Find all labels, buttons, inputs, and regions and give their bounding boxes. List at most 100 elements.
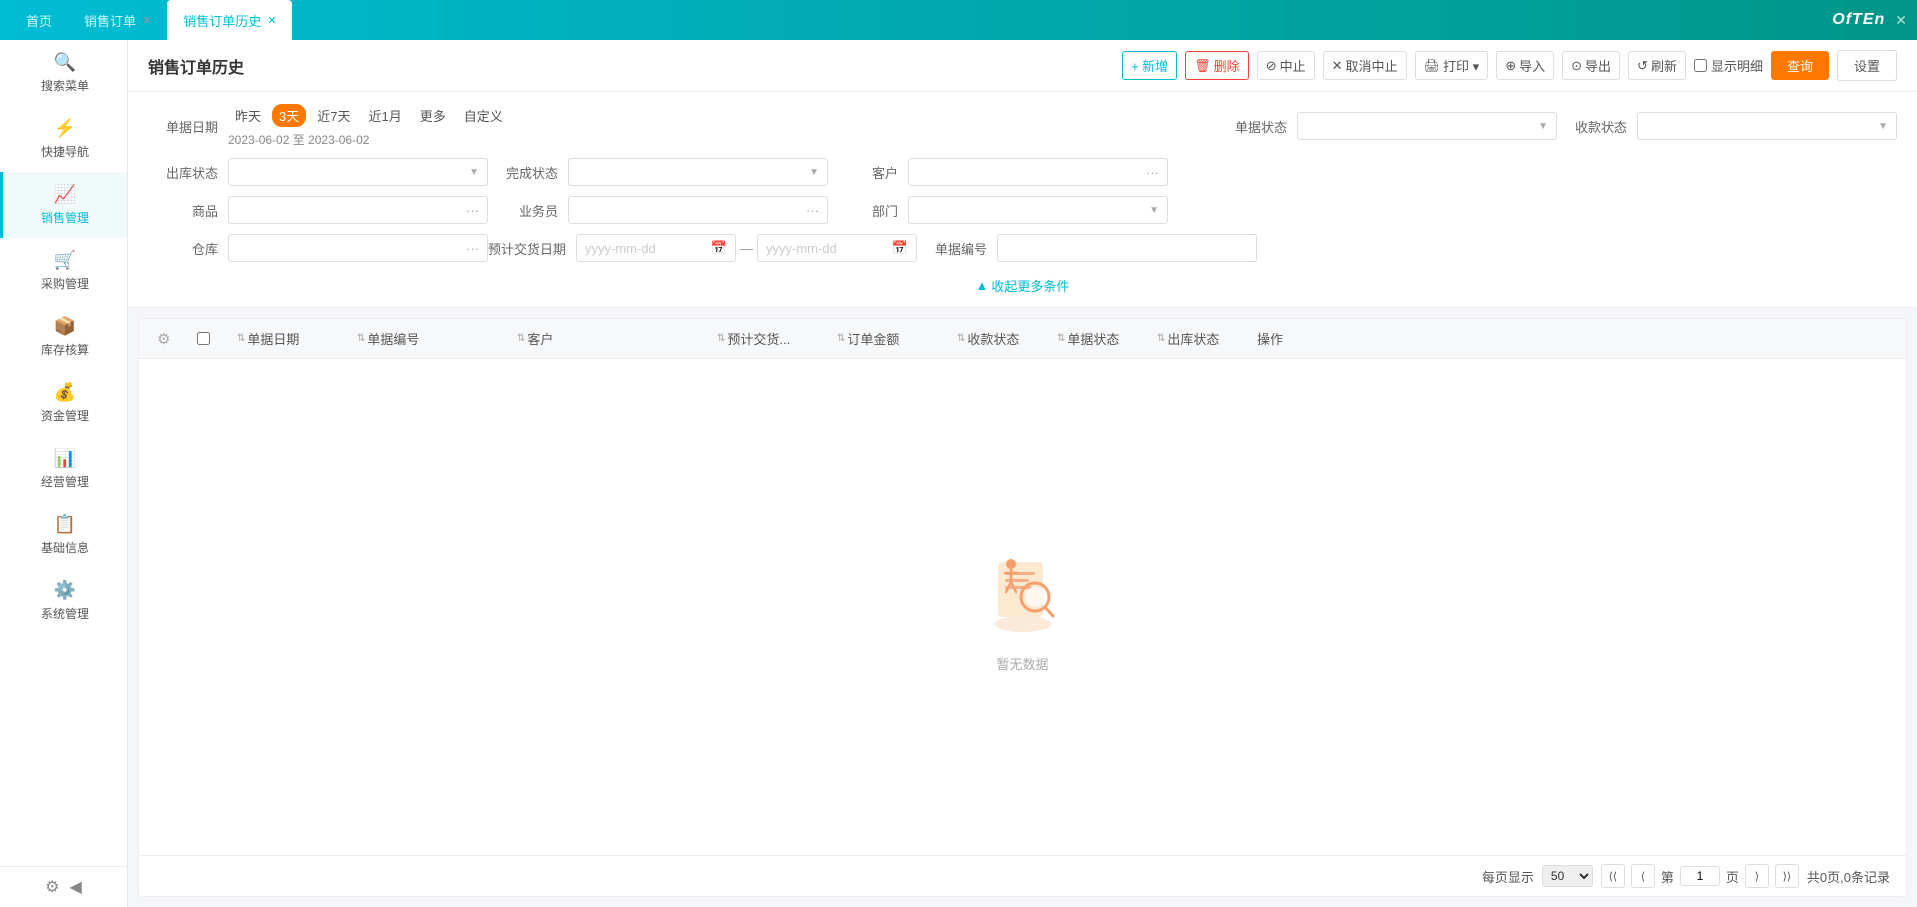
shortcut-custom[interactable]: 自定义 [457,104,510,127]
th-delivery-sort-icon[interactable]: ⇅ [717,333,725,344]
th-date-sort-icon[interactable]: ⇅ [237,333,245,344]
customer-input[interactable]: ··· [908,158,1168,186]
display-toggle-checkbox[interactable] [1694,59,1707,72]
query-button[interactable]: 查询 [1771,51,1829,80]
import-icon: ⊕ [1505,58,1516,74]
shortcut-yesterday[interactable]: 昨天 [228,104,268,127]
display-toggle[interactable]: 显示明细 [1694,56,1763,75]
total-text: 共0页,0条记录 [1807,867,1890,886]
date-shortcuts: 昨天 3天 近7天 近1月 更多 自定义 [228,104,510,127]
order-status-select[interactable]: ▼ [1297,112,1557,140]
new-button[interactable]: + 新增 [1122,51,1177,80]
sidebar-item-search-menu[interactable]: 🔍 搜索菜单 [0,40,127,106]
stock-out-select[interactable]: ▼ [228,158,488,186]
th-order-sort-icon[interactable]: ⇅ [1057,333,1065,344]
sidebar-settings-icon[interactable]: ⚙ [45,877,59,897]
sidebar-item-quick-nav[interactable]: ⚡ 快捷导航 [0,106,127,172]
sidebar-item-inventory-label: 库存核算 [41,341,89,358]
salesperson-input[interactable]: ··· [568,196,828,224]
next-page-btn[interactable]: ⟩ [1745,864,1769,888]
stop-button[interactable]: ⊘ 中止 [1257,51,1315,80]
th-receipt-sort-icon[interactable]: ⇅ [957,333,965,344]
stock-out-label: 出库状态 [148,163,228,182]
sidebar-item-operations-label: 经营管理 [41,473,89,490]
brand-label: OfTEn [1832,11,1885,29]
th-date: ⇅ 单据日期 [229,329,349,348]
sidebar-item-inventory[interactable]: 📦 库存核算 [0,304,127,370]
sidebar-item-purchase-mgmt[interactable]: 🛒 采购管理 [0,238,127,304]
select-all-checkbox[interactable] [197,332,210,345]
department-select[interactable]: ▼ [908,196,1168,224]
sidebar-item-operations[interactable]: 📊 经营管理 [0,436,127,502]
delivery-date-to-input[interactable]: yyyy-mm-dd 📅 [757,234,917,262]
stop-button-label: 中止 [1280,56,1306,75]
th-stock-sort-icon[interactable]: ⇅ [1157,333,1165,344]
tab-sales-order[interactable]: 销售订单 ✕ [68,0,167,40]
th-customer-sort-icon[interactable]: ⇅ [517,333,525,344]
delivery-date-from-value: yyyy-mm-dd [585,241,656,256]
th-cb[interactable] [189,332,229,345]
first-page-btn[interactable]: ⟨⟨ [1601,864,1625,888]
print-button[interactable]: 🖨 打印 ▾ [1415,51,1489,80]
gear-header-icon: ⚙ [157,330,170,348]
shortcut-7days[interactable]: 近7天 [310,104,357,127]
table-area: ⚙ ⇅ 单据日期 ⇅ 单据编号 ⇅ 客户 ⇅ [138,318,1907,897]
empty-state: 暂无数据 [139,359,1906,855]
th-customer: ⇅ 客户 [509,329,709,348]
sidebar-item-system[interactable]: ⚙️ 系统管理 [0,568,127,634]
shortcut-3days[interactable]: 3天 [272,104,306,127]
sidebar-item-basic-info[interactable]: 📋 基础信息 [0,502,127,568]
current-page-input[interactable] [1680,866,1720,886]
refresh-button[interactable]: ↺ 刷新 [1628,51,1686,80]
th-gear[interactable]: ⚙ [149,330,189,348]
th-action-label: 操作 [1257,329,1283,348]
collapse-button[interactable]: ▲ 收起更多条件 [976,276,1070,295]
delete-button-label: 删除 [1214,56,1240,75]
receipt-status-select[interactable]: ▼ [1637,112,1897,140]
sidebar-item-system-label: 系统管理 [41,605,89,622]
sidebar-item-finance[interactable]: 💰 资金管理 [0,370,127,436]
delete-button[interactable]: 🗑 删除 [1185,51,1249,80]
collapse-up-icon: ▲ [976,278,989,293]
sidebar-collapse-icon[interactable]: ◀ [70,877,82,897]
setting-button[interactable]: 设置 [1837,50,1897,81]
delivery-date-from-input[interactable]: yyyy-mm-dd 📅 [576,234,736,262]
import-button-label: 导入 [1519,56,1545,75]
quick-nav-icon: ⚡ [54,118,76,139]
cancel-stop-icon: ✕ [1332,58,1343,74]
th-stock-status: ⇅ 出库状态 [1149,329,1249,348]
new-button-label: + 新增 [1131,56,1168,75]
content-area: 销售订单历史 + 新增 🗑 删除 ⊘ 中止 ✕ 取消中止 🖨 [128,40,1917,907]
date-range-display: 2023-06-02 至 2023-06-02 [228,131,369,148]
date-separator: — [740,241,753,256]
delivery-date-label: 预计交货日期 [488,239,576,258]
th-no-sort-icon[interactable]: ⇅ [357,333,365,344]
shortcut-1month[interactable]: 近1月 [361,104,408,127]
table-header: ⚙ ⇅ 单据日期 ⇅ 单据编号 ⇅ 客户 ⇅ [139,319,1906,359]
complete-status-select[interactable]: ▼ [568,158,828,186]
export-icon: ⊙ [1571,58,1582,74]
tab-sales-order-close[interactable]: ✕ [142,14,151,27]
per-page-select[interactable]: 50 10 20 100 [1542,865,1593,887]
th-receipt: ⇅ 收款状态 [949,329,1049,348]
product-input[interactable]: ··· [228,196,488,224]
cancel-stop-button[interactable]: ✕ 取消中止 [1323,51,1407,80]
tab-home[interactable]: 首页 [10,0,68,40]
department-arrow: ▼ [1149,205,1159,216]
shortcut-more[interactable]: 更多 [413,104,453,127]
tab-sales-order-history[interactable]: 销售订单历史 ✕ [167,0,292,40]
th-amount-sort-icon[interactable]: ⇅ [837,333,845,344]
last-page-btn[interactable]: ⟩⟩ [1775,864,1799,888]
doc-no-input[interactable] [997,234,1257,262]
sidebar-item-sales-mgmt[interactable]: 📈 销售管理 [0,172,127,238]
prev-page-btn[interactable]: ⟨ [1631,864,1655,888]
top-close-btn[interactable]: ✕ [1895,12,1907,29]
import-button[interactable]: ⊕ 导入 [1496,51,1554,80]
export-button[interactable]: ⊙ 导出 [1562,51,1620,80]
tab-home-label: 首页 [26,11,52,30]
sidebar-item-purchase-mgmt-label: 采购管理 [41,275,89,292]
tab-sales-order-history-close[interactable]: ✕ [267,14,276,27]
th-no-label: 单据编号 [367,329,419,348]
warehouse-input[interactable]: ··· [228,234,488,262]
finance-icon: 💰 [54,382,76,403]
